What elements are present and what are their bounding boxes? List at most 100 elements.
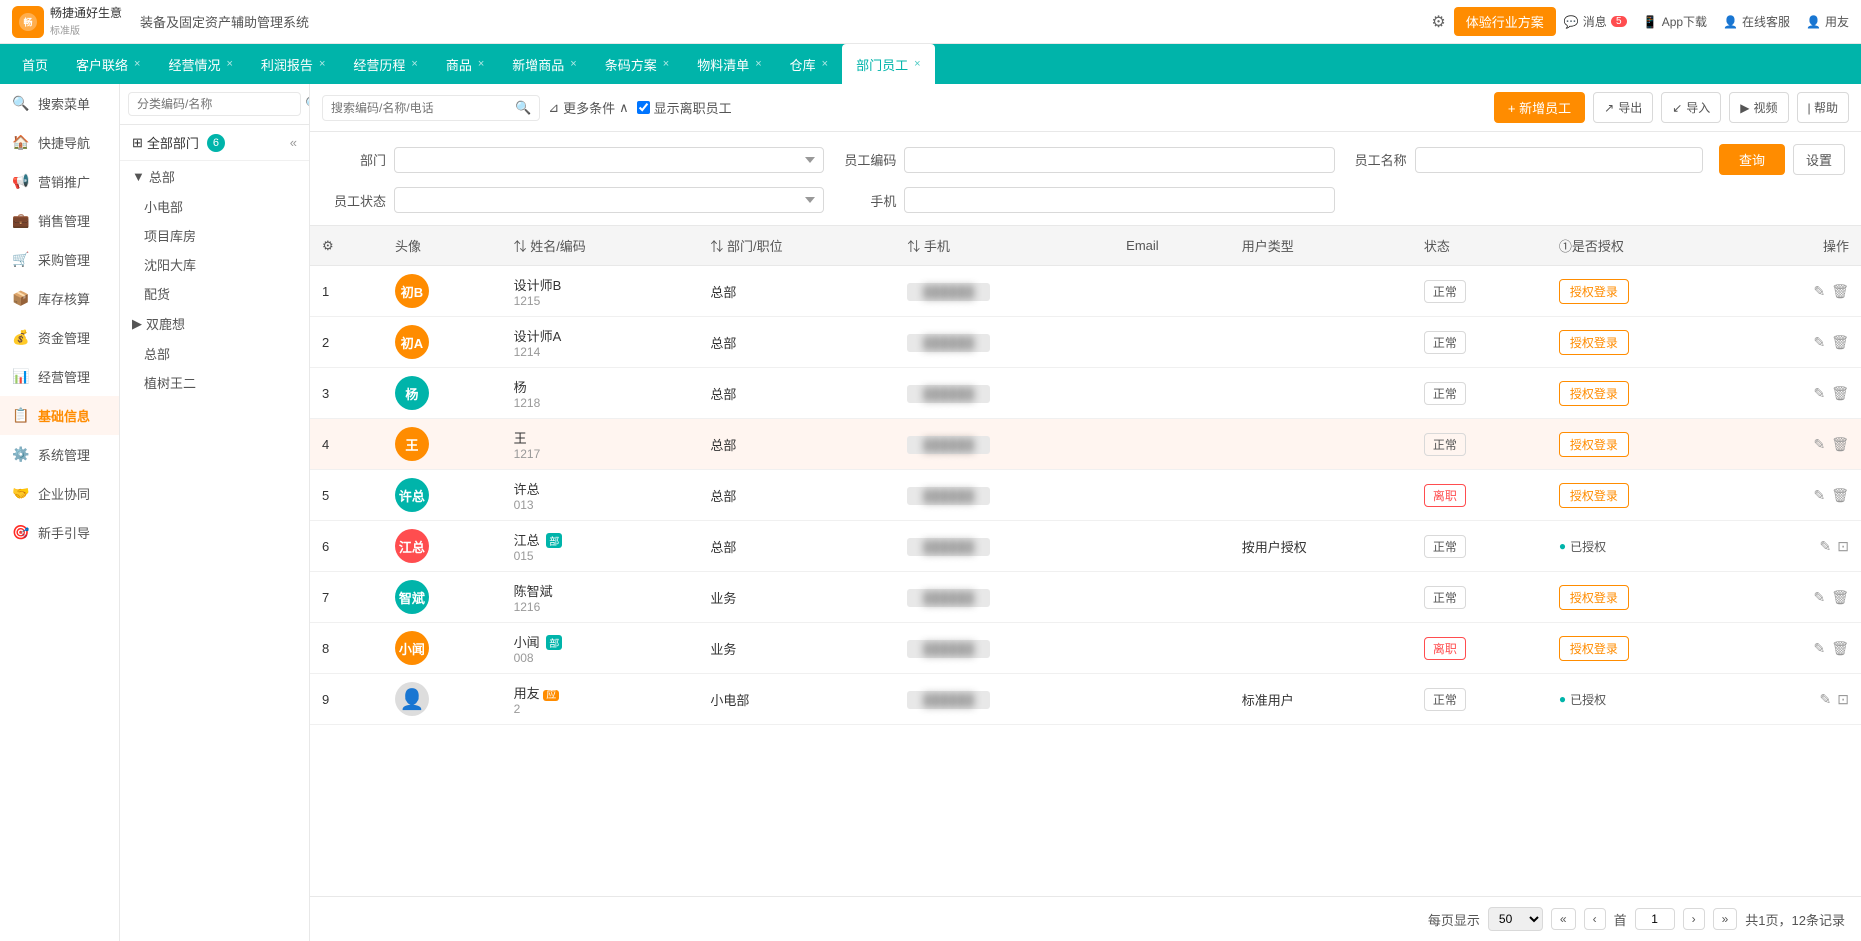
edit-icon[interactable]: ✎ <box>1820 538 1832 555</box>
phone-input[interactable] <box>904 187 1334 213</box>
dept-child-zhishu[interactable]: 植树王二 <box>120 368 309 397</box>
sidebar-item-collab[interactable]: 🤝 企业协同 <box>0 474 119 513</box>
close-icon[interactable]: × <box>570 58 576 70</box>
page-input[interactable] <box>1635 908 1675 930</box>
dept-all-item[interactable]: ⊞ 全部部门 6 « <box>120 125 309 161</box>
sidebar-item-nav[interactable]: 🏠 快捷导航 <box>0 123 119 162</box>
edit-icon[interactable]: ✎ <box>1813 589 1825 606</box>
delete-icon[interactable]: 🗑 <box>1831 283 1849 300</box>
show-resigned-checkbox[interactable]: 显示离职员工 <box>637 98 732 117</box>
close-icon[interactable]: × <box>822 58 828 70</box>
edit-icon[interactable]: ✎ <box>1813 283 1825 300</box>
help-button[interactable]: | 帮助 <box>1797 92 1849 123</box>
dept-child-shenyang[interactable]: 沈阳大库 <box>120 250 309 279</box>
more-conditions-btn[interactable]: ⊿ 更多条件 ∧ <box>548 98 628 117</box>
sidebar-item-inventory[interactable]: 📦 库存核算 <box>0 279 119 318</box>
edit-icon[interactable]: ✎ <box>1813 436 1825 453</box>
dept-filter-select[interactable] <box>394 147 824 173</box>
tab-add-goods[interactable]: 新增商品 × <box>498 44 590 84</box>
close-icon[interactable]: × <box>134 58 140 70</box>
dept-child-zongbu2[interactable]: 总部 <box>120 339 309 368</box>
auth-button[interactable]: 授权登录 <box>1559 279 1629 304</box>
export-button[interactable]: ↗ 导出 <box>1593 92 1653 123</box>
tab-home[interactable]: 首页 <box>8 44 62 84</box>
next-page-button[interactable]: › <box>1683 908 1705 930</box>
search-input[interactable] <box>331 101 511 115</box>
auth-button[interactable]: 授权登录 <box>1559 636 1629 661</box>
col-settings[interactable]: ⚙ <box>310 226 383 266</box>
trial-button[interactable]: 体验行业方案 <box>1454 7 1556 36</box>
settings-icon[interactable]: ⚙ <box>1431 12 1445 32</box>
dept-tree-zongbu[interactable]: ▼ 总部 <box>120 161 309 192</box>
sidebar-item-guide[interactable]: 🎯 新手引导 <box>0 513 119 552</box>
auth-button[interactable]: 授权登录 <box>1559 381 1629 406</box>
edit-icon[interactable]: ✎ <box>1820 691 1832 708</box>
tab-employee[interactable]: 部门员工 × <box>842 44 934 84</box>
close-icon[interactable]: × <box>478 58 484 70</box>
auth-button[interactable]: 授权登录 <box>1559 432 1629 457</box>
col-phone[interactable]: ⇅ 手机 <box>895 226 1114 266</box>
dept-child-xiaodibu[interactable]: 小电部 <box>120 192 309 221</box>
auth-button[interactable]: 授权登录 <box>1559 330 1629 355</box>
edit-icon[interactable]: ✎ <box>1813 385 1825 402</box>
emp-code-input[interactable] <box>904 147 1334 173</box>
close-icon[interactable]: × <box>319 58 325 70</box>
query-button[interactable]: 查询 <box>1719 144 1785 175</box>
tab-history[interactable]: 经营历程 × <box>339 44 431 84</box>
import-button[interactable]: ↙ 导入 <box>1661 92 1721 123</box>
close-icon[interactable]: × <box>411 58 417 70</box>
sidebar-item-sales[interactable]: 💼 销售管理 <box>0 201 119 240</box>
sidebar-item-system[interactable]: ⚙️ 系统管理 <box>0 435 119 474</box>
resigned-checkbox-input[interactable] <box>637 101 650 114</box>
tab-warehouse[interactable]: 仓库 × <box>776 44 842 84</box>
tab-bom[interactable]: 物料清单 × <box>683 44 775 84</box>
edit-icon[interactable]: ✎ <box>1813 334 1825 351</box>
sidebar-item-purchase[interactable]: 🛒 采购管理 <box>0 240 119 279</box>
copy-icon[interactable]: ⊡ <box>1837 691 1849 708</box>
sidebar-item-basic[interactable]: 📋 基础信息 <box>0 396 119 435</box>
auth-button[interactable]: 授权登录 <box>1559 483 1629 508</box>
add-employee-button[interactable]: + 新增员工 <box>1494 92 1585 123</box>
message-button[interactable]: 💬 消息 5 <box>1564 13 1627 30</box>
close-icon[interactable]: × <box>226 58 232 70</box>
close-icon[interactable]: × <box>755 58 761 70</box>
view-button[interactable]: ▶ 视频 <box>1729 92 1788 123</box>
sidebar-item-management[interactable]: 📊 经营管理 <box>0 357 119 396</box>
col-dept[interactable]: ⇅ 部门/职位 <box>698 226 895 266</box>
search-icon[interactable]: 🔍 <box>515 100 531 116</box>
delete-icon[interactable]: 🗑 <box>1831 589 1849 606</box>
tab-operation[interactable]: 经营情况 × <box>154 44 246 84</box>
last-page-button[interactable]: » <box>1713 908 1738 930</box>
emp-name-input[interactable] <box>1415 147 1703 173</box>
dept-child-project[interactable]: 项目库房 <box>120 221 309 250</box>
sidebar-item-search[interactable]: 🔍 搜索菜单 <box>0 84 119 123</box>
copy-icon[interactable]: ⊡ <box>1837 538 1849 555</box>
delete-icon[interactable]: 🗑 <box>1831 640 1849 657</box>
delete-icon[interactable]: 🗑 <box>1831 436 1849 453</box>
auth-button[interactable]: 授权登录 <box>1559 585 1629 610</box>
app-download-button[interactable]: 📱 App下载 <box>1643 13 1707 30</box>
close-icon[interactable]: × <box>914 58 920 70</box>
tab-barcode[interactable]: 条码方案 × <box>591 44 683 84</box>
sidebar-item-marketing[interactable]: 📢 营销推广 <box>0 162 119 201</box>
page-size-select[interactable]: 50 100 200 <box>1488 907 1543 931</box>
close-icon[interactable]: × <box>663 58 669 70</box>
delete-icon[interactable]: 🗑 <box>1831 385 1849 402</box>
user-menu[interactable]: 👤 用友 <box>1806 13 1849 30</box>
sidebar-item-finance[interactable]: 💰 资金管理 <box>0 318 119 357</box>
set-button[interactable]: 设置 <box>1793 144 1845 175</box>
dept-child-peihuo[interactable]: 配货 <box>120 279 309 308</box>
prev-page-button[interactable]: ‹ <box>1584 908 1606 930</box>
online-service-button[interactable]: 👤 在线客服 <box>1723 13 1790 30</box>
delete-icon[interactable]: 🗑 <box>1831 334 1849 351</box>
tab-customer[interactable]: 客户联络 × <box>62 44 154 84</box>
tab-profit[interactable]: 利润报告 × <box>247 44 339 84</box>
delete-icon[interactable]: 🗑 <box>1831 487 1849 504</box>
dept-tree-shuanglu[interactable]: ▶ 双鹿想 <box>120 308 309 339</box>
status-filter-select[interactable] <box>394 187 824 213</box>
first-page-button[interactable]: « <box>1551 908 1576 930</box>
dept-search-input[interactable] <box>128 92 301 116</box>
edit-icon[interactable]: ✎ <box>1813 640 1825 657</box>
col-name[interactable]: ⇅ 姓名/编码 <box>502 226 699 266</box>
tab-goods[interactable]: 商品 × <box>432 44 498 84</box>
